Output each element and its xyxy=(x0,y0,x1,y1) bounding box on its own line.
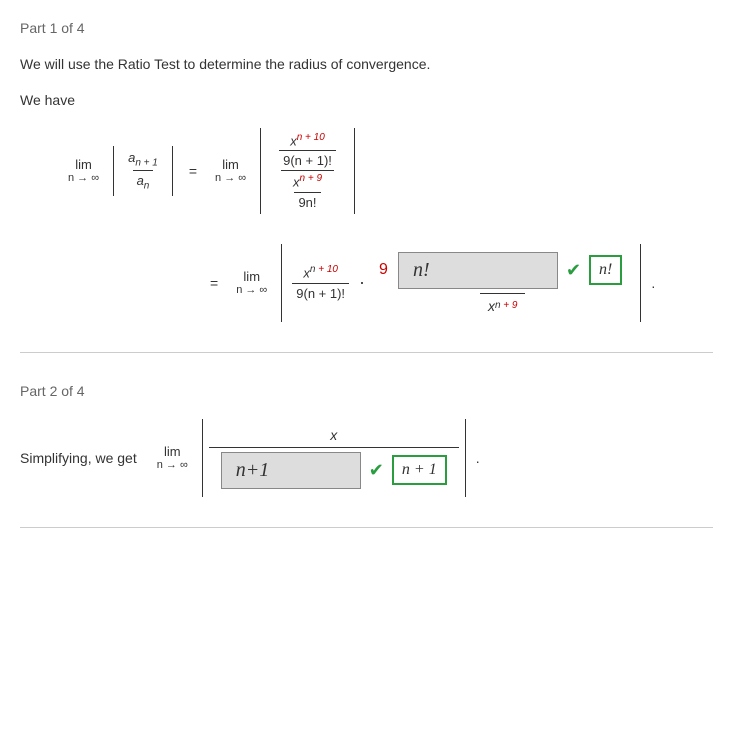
answer-input-2[interactable]: n+1 xyxy=(221,452,361,489)
lim-text: lim xyxy=(75,157,92,172)
correct-answer-1: n! xyxy=(589,255,622,285)
exp2: n + 9 xyxy=(299,173,322,184)
divider-2 xyxy=(20,527,713,528)
lim-sub2: n → ∞ xyxy=(215,172,246,184)
part-2-label: Part 2 of 4 xyxy=(20,383,713,399)
abs-ratio-x: xn + 10 9(n + 1)! xn + 9 9n! xyxy=(260,128,355,214)
sub-n: n xyxy=(144,181,150,192)
equation-line-1: lim n → ∞ an + 1 an = lim n → ∞ xn + 10 … xyxy=(60,128,713,214)
abs-ratio-a: an + 1 an xyxy=(113,146,173,196)
equals-1: = xyxy=(189,163,197,179)
nine-red: 9 xyxy=(379,261,388,279)
den2: 9n! xyxy=(294,192,320,210)
period: . xyxy=(651,275,655,291)
check-icon: ✔ xyxy=(566,260,581,281)
simplifying-text: Simplifying, we get xyxy=(20,450,137,466)
equals-2: = xyxy=(210,275,218,291)
lim-sub: n → ∞ xyxy=(68,172,99,184)
correct-answer-2: n + 1 xyxy=(392,455,447,485)
dot-1: · xyxy=(359,272,365,293)
part-1-label: Part 1 of 4 xyxy=(20,20,713,36)
lim-text3: lim xyxy=(243,269,260,284)
lim-text4: lim xyxy=(164,444,181,459)
equation-line-2: = lim n → ∞ xn + 10 9(n + 1)! · 9 n! ✔ n… xyxy=(200,244,713,322)
sub-nplus1: n + 1 xyxy=(135,157,158,168)
answer-input-1[interactable]: n! xyxy=(398,252,558,289)
part2-equation: Simplifying, we get lim n → ∞ x n+1 ✔ n … xyxy=(20,419,713,497)
den1: 9(n + 1)! xyxy=(279,150,336,168)
divider xyxy=(20,352,713,353)
limit-symbol-3: lim n → ∞ xyxy=(236,269,267,296)
abs-expanded: xn + 10 9(n + 1)! · 9 n! ✔ n! xn + 9 xyxy=(281,244,641,322)
exp1: n + 10 xyxy=(297,132,325,143)
limit-symbol-4: lim n → ∞ xyxy=(157,444,188,471)
limit-symbol-2: lim n → ∞ xyxy=(215,157,246,184)
den3: 9(n + 1)! xyxy=(292,283,349,301)
period-2: . xyxy=(476,450,480,466)
intro-text: We will use the Ratio Test to determine … xyxy=(20,56,713,72)
we-have-text: We have xyxy=(20,92,713,108)
a-var2: a xyxy=(137,173,144,188)
lim-sub4: n → ∞ xyxy=(157,459,188,471)
lim-text2: lim xyxy=(222,157,239,172)
check-icon-2: ✔ xyxy=(369,460,384,481)
x-var4: x xyxy=(488,298,495,314)
abs-part2: x n+1 ✔ n + 1 xyxy=(202,419,466,497)
lim-sub3: n → ∞ xyxy=(236,284,267,296)
limit-symbol: lim n → ∞ xyxy=(68,157,99,184)
x-var5: x xyxy=(330,427,337,443)
